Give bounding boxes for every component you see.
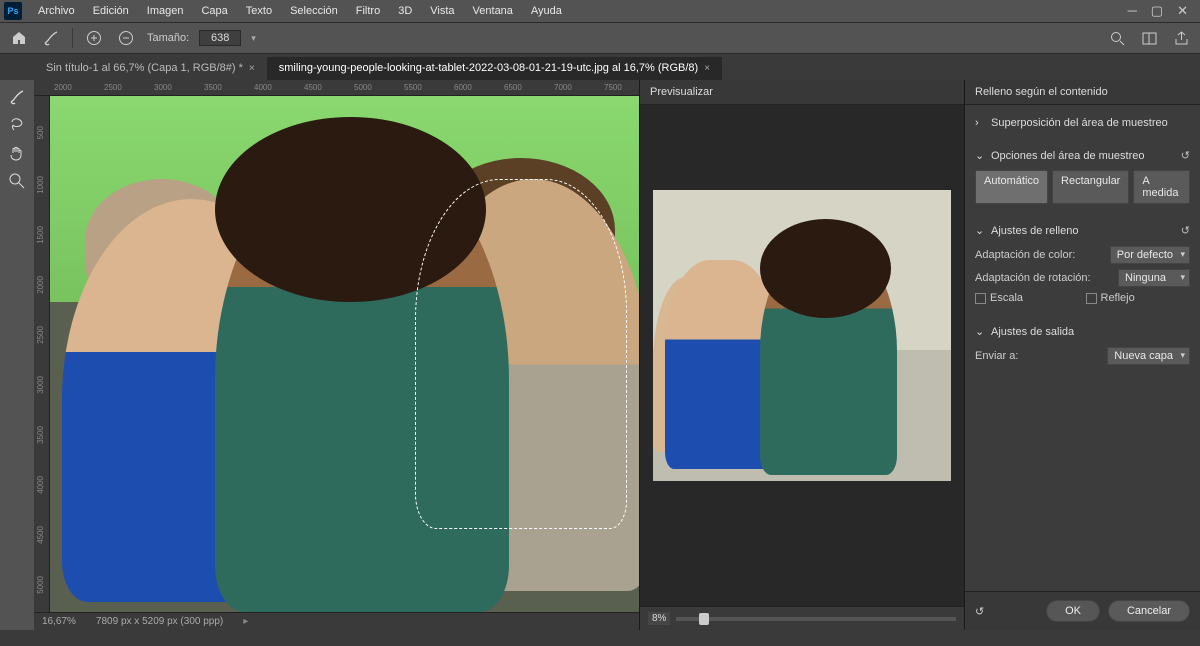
menu-image[interactable]: Imagen: [139, 2, 192, 20]
section-overlay[interactable]: › Superposición del área de muestreo: [975, 113, 1190, 133]
sample-mode-auto[interactable]: Automático: [975, 170, 1048, 204]
sample-mode-rectangular[interactable]: Rectangular: [1052, 170, 1129, 204]
menubar: Ps Archivo Edición Imagen Capa Texto Sel…: [0, 0, 1200, 22]
zoom-tool[interactable]: [3, 168, 31, 194]
menu-text[interactable]: Texto: [238, 2, 280, 20]
size-dropdown-icon[interactable]: ▾: [251, 33, 256, 44]
options-bar: Tamaño: ▾: [0, 22, 1200, 54]
section-fill-settings[interactable]: ⌄ Ajustes de relleno ↺: [975, 220, 1190, 241]
document-tabs: Sin título-1 al 66,7% (Capa 1, RGB/8#) *…: [0, 54, 1200, 80]
menu-window[interactable]: Ventana: [465, 2, 521, 20]
preview-zoom-value[interactable]: 8%: [648, 612, 670, 625]
menu-help[interactable]: Ayuda: [523, 2, 570, 20]
reset-icon[interactable]: ↺: [1181, 224, 1190, 237]
tab-document-1[interactable]: Sin título-1 al 66,7% (Capa 1, RGB/8#) *…: [34, 57, 267, 80]
caf-panel-title: Relleno según el contenido: [965, 80, 1200, 105]
add-sample-icon[interactable]: [83, 27, 105, 49]
preview-canvas[interactable]: [640, 105, 964, 606]
sample-mode-custom[interactable]: A medida: [1133, 170, 1190, 204]
menu-selection[interactable]: Selección: [282, 2, 346, 20]
ok-button[interactable]: OK: [1046, 600, 1100, 622]
ruler-vertical: 500100015002000250030003500400045005000: [34, 96, 50, 612]
menu-view[interactable]: Vista: [422, 2, 462, 20]
rotation-adapt-label: Adaptación de rotación:: [975, 272, 1112, 284]
tab-document-2[interactable]: smiling-young-people-looking-at-tablet-2…: [267, 57, 722, 80]
size-input[interactable]: [199, 30, 241, 46]
menu-3d[interactable]: 3D: [390, 2, 420, 20]
chevron-down-icon: ⌄: [975, 224, 985, 237]
menu-file[interactable]: Archivo: [30, 2, 83, 20]
arrange-icon[interactable]: [1138, 27, 1160, 49]
app-statusbar: [0, 630, 1200, 646]
color-adapt-dropdown[interactable]: Por defecto: [1110, 246, 1190, 264]
share-icon[interactable]: [1170, 27, 1192, 49]
sampling-brush-tool[interactable]: [3, 84, 31, 110]
subtract-sample-icon[interactable]: [115, 27, 137, 49]
chevron-down-icon: ⌄: [975, 325, 985, 338]
zoom-level[interactable]: 16,67%: [42, 616, 76, 627]
rotation-adapt-dropdown[interactable]: Ninguna: [1118, 269, 1190, 287]
reset-icon[interactable]: ↺: [1181, 149, 1190, 162]
app-logo: Ps: [4, 2, 22, 20]
menu-filter[interactable]: Filtro: [348, 2, 388, 20]
cancel-button[interactable]: Cancelar: [1108, 600, 1190, 622]
reset-all-icon[interactable]: ↺: [975, 605, 984, 618]
document-statusbar: 16,67% 7809 px x 5209 px (300 ppp) ▸: [34, 612, 639, 630]
tab-close-icon[interactable]: ×: [249, 63, 255, 74]
home-icon[interactable]: [8, 27, 30, 49]
preview-zoom-slider[interactable]: [676, 617, 956, 621]
lasso-tool[interactable]: [3, 112, 31, 138]
preview-panel-title: Previsualizar: [640, 80, 964, 105]
search-icon[interactable]: [1106, 27, 1128, 49]
color-adapt-label: Adaptación de color:: [975, 249, 1104, 261]
menu-layer[interactable]: Capa: [193, 2, 235, 20]
selection-marquee: [415, 179, 627, 530]
close-icon[interactable]: ✕: [1177, 3, 1188, 19]
preview-image: [653, 190, 951, 481]
sendto-label: Enviar a:: [975, 350, 1101, 362]
document-dimensions: 7809 px x 5209 px (300 ppp): [96, 616, 223, 627]
ruler-horizontal: 2000250030003500400045005000550060006500…: [34, 80, 639, 96]
scale-checkbox[interactable]: Escala: [975, 292, 1080, 304]
size-label: Tamaño:: [147, 32, 189, 44]
document-image: [50, 96, 639, 612]
hand-tool[interactable]: [3, 140, 31, 166]
chevron-down-icon: ⌄: [975, 149, 985, 162]
brush-preset-icon[interactable]: [40, 27, 62, 49]
document-canvas[interactable]: [50, 96, 639, 612]
tab-close-icon[interactable]: ×: [704, 63, 710, 74]
section-sample-options[interactable]: ⌄ Opciones del área de muestreo ↺: [975, 145, 1190, 166]
menu-edit[interactable]: Edición: [85, 2, 137, 20]
minimize-icon[interactable]: ─: [1128, 3, 1137, 19]
maximize-icon[interactable]: ▢: [1151, 3, 1163, 19]
sendto-dropdown[interactable]: Nueva capa: [1107, 347, 1190, 365]
mirror-checkbox[interactable]: Reflejo: [1086, 292, 1191, 304]
chevron-right-icon: ›: [975, 117, 985, 129]
section-output-settings[interactable]: ⌄ Ajustes de salida: [975, 321, 1190, 342]
toolbar: [0, 80, 34, 630]
